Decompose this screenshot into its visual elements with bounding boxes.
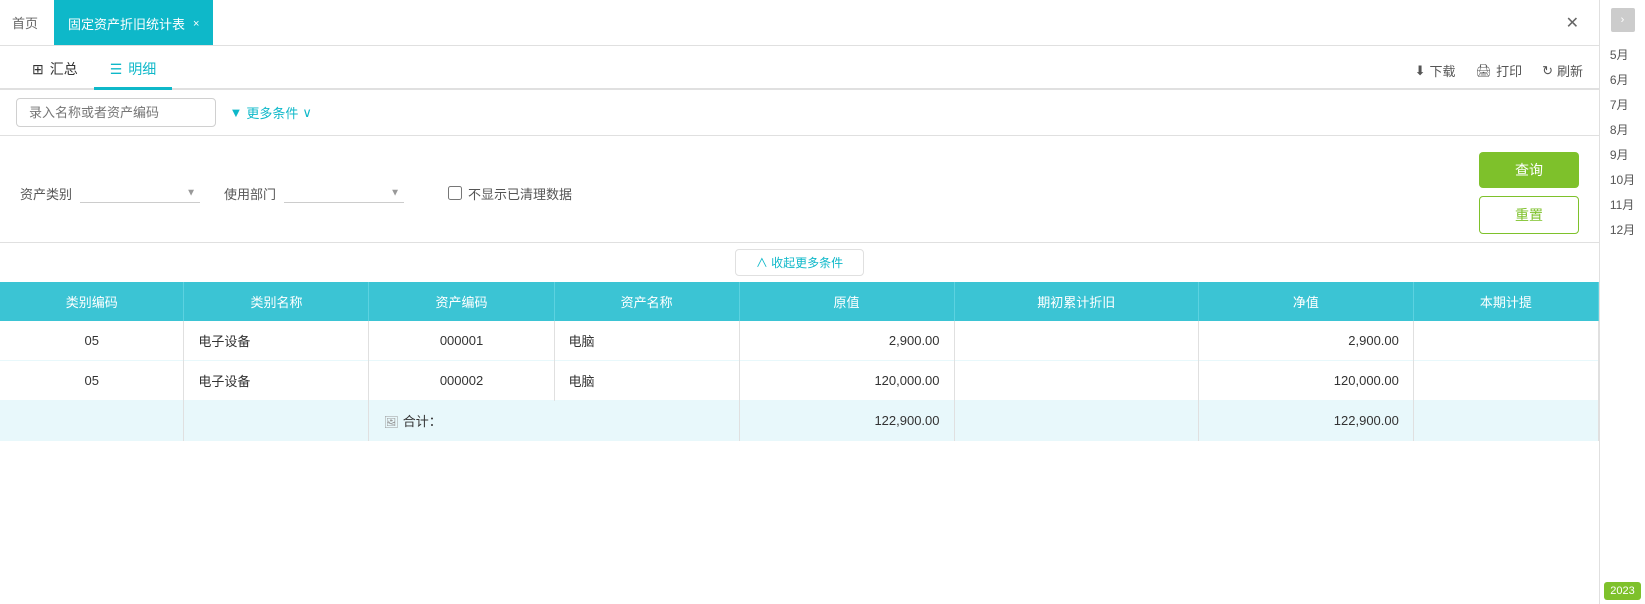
tab-label: 固定资产折旧统计表 (68, 14, 185, 33)
col-category-code: 类别编码 (0, 282, 184, 321)
cell-original-value: 2,900.00 (739, 321, 954, 361)
filter-buttons: 查询 重置 (1479, 152, 1579, 234)
asset-type-select[interactable] (80, 183, 200, 203)
col-current-depreciation: 本期计提 (1413, 282, 1598, 321)
window-close-button[interactable]: ✕ (1558, 9, 1587, 37)
asset-type-select-wrapper: ▼ (80, 183, 200, 203)
collapse-bar: ∧ 收起更多条件 (0, 243, 1599, 282)
query-button[interactable]: 查询 (1479, 152, 1579, 188)
cleared-data-label: 不显示已清理数据 (468, 184, 572, 203)
total-net-value: 122,900.00 (1198, 401, 1413, 441)
tab-close-icon[interactable]: × (193, 18, 199, 30)
search-input[interactable] (16, 98, 216, 127)
sub-tabs-bar: ⊞ 汇总 ☰ 明细 ⬇ 下载 🖨 打印 ↻ 刷新 (0, 46, 1599, 90)
month-item[interactable]: 12月 (1608, 217, 1637, 242)
total-original-value: 122,900.00 (739, 401, 954, 441)
print-icon: 🖨 (1476, 63, 1493, 79)
cell-category-code: 05 (0, 321, 184, 361)
cell-net-value: 120,000.00 (1198, 361, 1413, 401)
cleared-data-checkbox[interactable] (448, 186, 462, 200)
cell-asset-code: 000002 (369, 361, 554, 401)
filter-label: 更多条件 (246, 103, 298, 122)
dept-label: 使用部门 (224, 184, 276, 203)
table-row: 05 电子设备 000001 电脑 2,900.00 2,900.00 (0, 321, 1599, 361)
table-row: 05 电子设备 000002 电脑 120,000.00 120,000.00 (0, 361, 1599, 401)
total-current-depreciation (1413, 401, 1598, 441)
table-total-row: 🖼合计： 122,900.00 122,900.00 (0, 401, 1599, 441)
refresh-icon: ↻ (1542, 63, 1553, 79)
cell-net-value: 2,900.00 (1198, 321, 1413, 361)
data-table: 类别编码 类别名称 资产编码 资产名称 原值 期初累计折旧 净值 本期计提 05… (0, 282, 1599, 441)
cell-asset-name: 电脑 (554, 361, 739, 401)
cell-original-value: 120,000.00 (739, 361, 954, 401)
download-button[interactable]: ⬇ 下载 (1415, 61, 1456, 80)
month-list: 5月6月7月8月9月10月11月12月 (1608, 42, 1637, 242)
cell-accumulated-depreciation (954, 361, 1198, 401)
right-panel: › 5月6月7月8月9月10月11月12月 2023 (1599, 0, 1645, 604)
total-label: 🖼合计： (369, 401, 739, 441)
col-asset-code: 资产编码 (369, 282, 554, 321)
toolbar-right: ⬇ 下载 🖨 打印 ↻ 刷新 (1415, 61, 1583, 88)
cell-asset-code: 000001 (369, 321, 554, 361)
more-filters-button[interactable]: ▼ 更多条件 ∨ (229, 103, 311, 122)
month-item[interactable]: 11月 (1608, 192, 1637, 217)
col-net-value: 净值 (1198, 282, 1413, 321)
asset-type-field: 资产类别 ▼ (20, 183, 200, 203)
month-item[interactable]: 5月 (1608, 42, 1637, 67)
collapse-button[interactable]: ∧ 收起更多条件 (735, 249, 864, 276)
dept-select[interactable] (284, 183, 404, 203)
tab-detail[interactable]: ☰ 明细 (94, 59, 173, 90)
panel-arrow-button[interactable]: › (1611, 8, 1635, 32)
tab-summary-label: 汇总 (50, 59, 78, 79)
data-table-area: 类别编码 类别名称 资产编码 资产名称 原值 期初累计折旧 净值 本期计提 05… (0, 282, 1599, 604)
month-item[interactable]: 8月 (1608, 117, 1637, 142)
refresh-label: 刷新 (1557, 61, 1583, 80)
cell-category-name: 电子设备 (184, 361, 369, 401)
top-nav: 首页 固定资产折旧统计表 × ✕ (0, 0, 1599, 46)
dept-select-wrapper: ▼ (284, 183, 404, 203)
search-bar: 🔍 ▼ 更多条件 ∨ (0, 90, 1599, 136)
cell-category-code: 05 (0, 361, 184, 401)
filter-icon: ▼ (229, 105, 242, 120)
refresh-button[interactable]: ↻ 刷新 (1542, 61, 1583, 80)
col-original-value: 原值 (739, 282, 954, 321)
total-accumulated-depreciation (954, 401, 1198, 441)
download-icon: ⬇ (1415, 63, 1426, 79)
month-item[interactable]: 10月 (1608, 167, 1637, 192)
chevron-down-icon: ∨ (302, 105, 312, 121)
col-accumulated-depreciation: 期初累计折旧 (954, 282, 1198, 321)
tab-summary[interactable]: ⊞ 汇总 (16, 59, 94, 90)
print-button[interactable]: 🖨 打印 (1476, 61, 1523, 80)
cell-accumulated-depreciation (954, 321, 1198, 361)
month-item[interactable]: 9月 (1608, 142, 1637, 167)
reset-button[interactable]: 重置 (1479, 196, 1579, 234)
month-item[interactable]: 7月 (1608, 92, 1637, 117)
cell-asset-name: 电脑 (554, 321, 739, 361)
asset-type-label: 资产类别 (20, 184, 72, 203)
cell-current-depreciation (1413, 321, 1598, 361)
print-label: 打印 (1496, 61, 1522, 80)
table-header-row: 类别编码 类别名称 资产编码 资产名称 原值 期初累计折旧 净值 本期计提 (0, 282, 1599, 321)
download-label: 下载 (1430, 61, 1456, 80)
dept-field: 使用部门 ▼ (224, 183, 404, 203)
summary-icon: ⊞ (32, 61, 44, 78)
month-item[interactable]: 6月 (1608, 67, 1637, 92)
cell-current-depreciation (1413, 361, 1598, 401)
cleared-data-checkbox-wrapper: 不显示已清理数据 (448, 184, 572, 203)
year-badge: 2023 (1604, 582, 1640, 600)
filter-row: 资产类别 ▼ 使用部门 ▼ 不显示已清理数 (20, 152, 1579, 234)
tab-detail-label: 明细 (128, 59, 156, 79)
detail-icon: ☰ (110, 61, 123, 78)
main-tab[interactable]: 固定资产折旧统计表 × (54, 0, 213, 45)
cell-category-name: 电子设备 (184, 321, 369, 361)
advanced-filter: 资产类别 ▼ 使用部门 ▼ 不显示已清理数 (0, 136, 1599, 243)
col-asset-name: 资产名称 (554, 282, 739, 321)
col-category-name: 类别名称 (184, 282, 369, 321)
home-link[interactable]: 首页 (12, 13, 54, 32)
